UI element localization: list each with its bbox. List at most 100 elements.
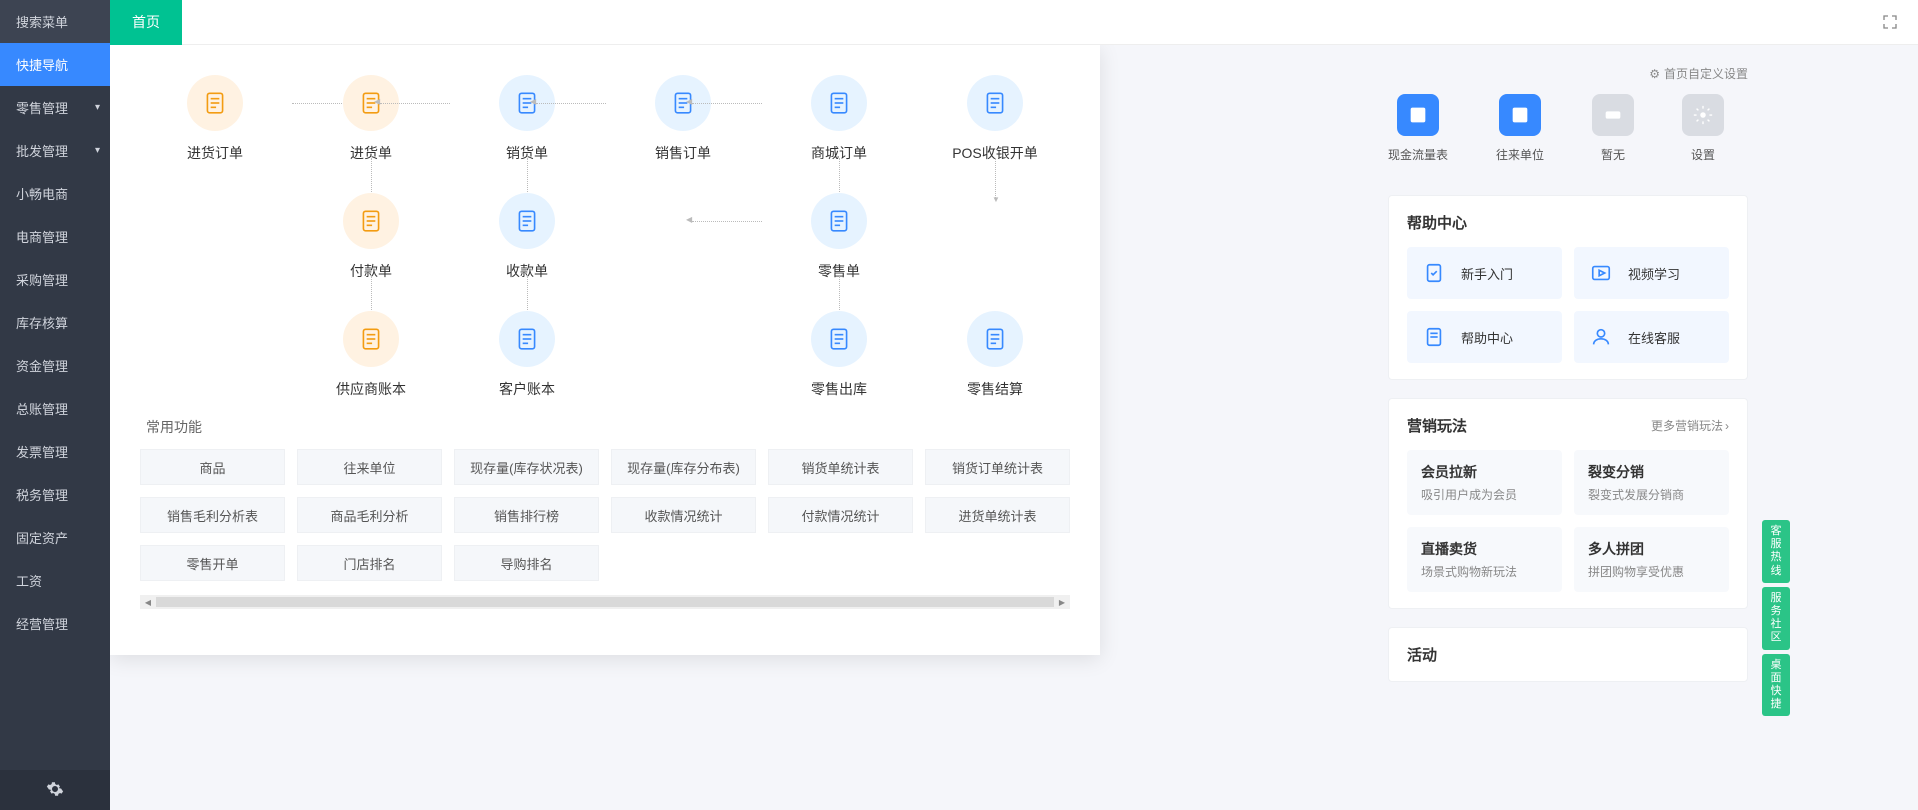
- common-btn-3[interactable]: 现存量(库存分布表): [611, 449, 756, 485]
- fullscreen-button[interactable]: [1874, 6, 1906, 38]
- marketing-panel: 营销玩法 更多营销玩法› 会员拉新吸引用户成为会员裂变分销裂变式发展分销商直播卖…: [1388, 398, 1748, 609]
- topbar: 首页: [110, 0, 1918, 45]
- help-item-1[interactable]: 视频学习: [1574, 247, 1729, 299]
- common-btn-12[interactable]: 零售开单: [140, 545, 285, 581]
- document-icon: [499, 311, 555, 367]
- market-item-2[interactable]: 直播卖货场景式购物新玩法: [1407, 527, 1562, 592]
- sidebar-item-10[interactable]: 税务管理: [0, 473, 110, 516]
- help-center-title: 帮助中心: [1407, 212, 1467, 233]
- document-icon: [811, 75, 867, 131]
- market-item-0[interactable]: 会员拉新吸引用户成为会员: [1407, 450, 1562, 515]
- sidebar-item-8[interactable]: 总账管理: [0, 387, 110, 430]
- flow-node-r1-4[interactable]: 商城订单: [764, 75, 914, 163]
- help-center-panel: 帮助中心 新手入门视频学习帮助中心在线客服: [1388, 195, 1748, 380]
- sidebar-search[interactable]: 搜索菜单: [0, 0, 110, 43]
- flow-node-r3-2[interactable]: 客户账本: [452, 311, 602, 399]
- marketing-title: 营销玩法: [1407, 415, 1467, 436]
- quicknav-flyout: 进货订单进货单销货单销售订单商城订单POS收银开单付款单收款单 零售单供应商账本客…: [110, 45, 1100, 655]
- help-icon: [1588, 260, 1614, 286]
- tile-icon: [1397, 94, 1439, 136]
- activity-panel: 活动: [1388, 627, 1748, 682]
- more-marketing-link[interactable]: 更多营销玩法›: [1651, 417, 1729, 434]
- common-btn-6[interactable]: 销售毛利分析表: [140, 497, 285, 533]
- market-item-3[interactable]: 多人拼团拼团购物享受优惠: [1574, 527, 1729, 592]
- quick-tile-0[interactable]: 现金流量表: [1388, 94, 1448, 163]
- sidebar-item-0[interactable]: 快捷导航: [0, 43, 110, 86]
- flow-node-r1-2[interactable]: 销货单: [452, 75, 602, 163]
- sidebar-item-12[interactable]: 工资: [0, 559, 110, 602]
- common-btn-9[interactable]: 收款情况统计: [611, 497, 756, 533]
- sidebar-search-label: 搜索菜单: [16, 12, 68, 31]
- flow-node-r3-4[interactable]: 零售出库: [764, 311, 914, 399]
- side-tag-0[interactable]: 客服热线: [1762, 520, 1790, 583]
- common-btn-5[interactable]: 销货订单统计表: [925, 449, 1070, 485]
- sidebar-item-7[interactable]: 资金管理: [0, 344, 110, 387]
- help-icon: [1588, 324, 1614, 350]
- scroll-thumb[interactable]: [156, 597, 1054, 607]
- document-icon: [343, 193, 399, 249]
- gear-icon: ⚙: [1649, 67, 1660, 81]
- sidebar-item-4[interactable]: 电商管理: [0, 215, 110, 258]
- common-functions-title: 常用功能: [146, 417, 1070, 437]
- quick-tile-2[interactable]: 暂无: [1592, 94, 1634, 163]
- common-btn-0[interactable]: 商品: [140, 449, 285, 485]
- tile-icon: [1592, 94, 1634, 136]
- sidebar-item-6[interactable]: 库存核算: [0, 301, 110, 344]
- common-btn-7[interactable]: 商品毛利分析: [297, 497, 442, 533]
- document-icon: [967, 75, 1023, 131]
- help-item-0[interactable]: 新手入门: [1407, 247, 1562, 299]
- flow-node-r2-4[interactable]: 零售单: [764, 193, 914, 281]
- document-icon: [187, 75, 243, 131]
- help-item-2[interactable]: 帮助中心: [1407, 311, 1562, 363]
- flow-node-r1-3[interactable]: 销售订单: [608, 75, 758, 163]
- sidebar-item-9[interactable]: 发票管理: [0, 430, 110, 473]
- help-icon: [1421, 324, 1447, 350]
- tile-icon: [1499, 94, 1541, 136]
- quick-tile-1[interactable]: 往来单位: [1496, 94, 1544, 163]
- common-btn-8[interactable]: 销售排行榜: [454, 497, 599, 533]
- tab-home[interactable]: 首页: [110, 0, 182, 45]
- common-btn-1[interactable]: 往来单位: [297, 449, 442, 485]
- flow-node-r1-1[interactable]: 进货单: [296, 75, 446, 163]
- help-icon: [1421, 260, 1447, 286]
- side-tag-1[interactable]: 服务社区: [1762, 587, 1790, 650]
- side-tag-2[interactable]: 桌面快捷: [1762, 654, 1790, 717]
- common-btn-11[interactable]: 进货单统计表: [925, 497, 1070, 533]
- sidebar-item-11[interactable]: 固定资产: [0, 516, 110, 559]
- chevron-down-icon: ▾: [95, 102, 100, 113]
- flow-node-r3-1[interactable]: 供应商账本: [296, 311, 446, 399]
- help-item-3[interactable]: 在线客服: [1574, 311, 1729, 363]
- common-btn-10[interactable]: 付款情况统计: [768, 497, 913, 533]
- sidebar-item-5[interactable]: 采购管理: [0, 258, 110, 301]
- activity-title: 活动: [1407, 644, 1729, 665]
- document-icon: [343, 311, 399, 367]
- flow-node-r2-2[interactable]: 收款单: [452, 193, 602, 281]
- sidebar-settings[interactable]: [0, 770, 110, 810]
- flow-node-r3-5[interactable]: 零售结算: [920, 311, 1070, 399]
- market-item-1[interactable]: 裂变分销裂变式发展分销商: [1574, 450, 1729, 515]
- common-btn-4[interactable]: 销货单统计表: [768, 449, 913, 485]
- common-btn-2[interactable]: 现存量(库存状况表): [454, 449, 599, 485]
- quick-tile-3[interactable]: 设置: [1682, 94, 1724, 163]
- home-custom-setting-link[interactable]: ⚙ 首页自定义设置: [1388, 65, 1748, 82]
- sidebar-item-2[interactable]: 批发管理▾: [0, 129, 110, 172]
- document-icon: [811, 311, 867, 367]
- flow-node-r1-5[interactable]: POS收银开单: [920, 75, 1070, 163]
- common-btn-14[interactable]: 导购排名: [454, 545, 599, 581]
- document-icon: [811, 193, 867, 249]
- flow-node-r1-0[interactable]: 进货订单: [140, 75, 290, 163]
- scroll-right-button[interactable]: ▶: [1054, 595, 1070, 609]
- sidebar-item-1[interactable]: 零售管理▾: [0, 86, 110, 129]
- chevron-down-icon: ▾: [95, 145, 100, 156]
- horizontal-scrollbar[interactable]: ◀ ▶: [140, 595, 1070, 609]
- document-icon: [967, 311, 1023, 367]
- scroll-left-button[interactable]: ◀: [140, 595, 156, 609]
- tile-icon: [1682, 94, 1724, 136]
- sidebar-item-3[interactable]: 小畅电商: [0, 172, 110, 215]
- document-icon: [499, 193, 555, 249]
- sidebar-item-13[interactable]: 经营管理: [0, 602, 110, 645]
- chevron-right-icon: ›: [1725, 419, 1729, 433]
- flow-node-r2-1[interactable]: 付款单: [296, 193, 446, 281]
- gear-icon: [46, 780, 64, 801]
- common-btn-13[interactable]: 门店排名: [297, 545, 442, 581]
